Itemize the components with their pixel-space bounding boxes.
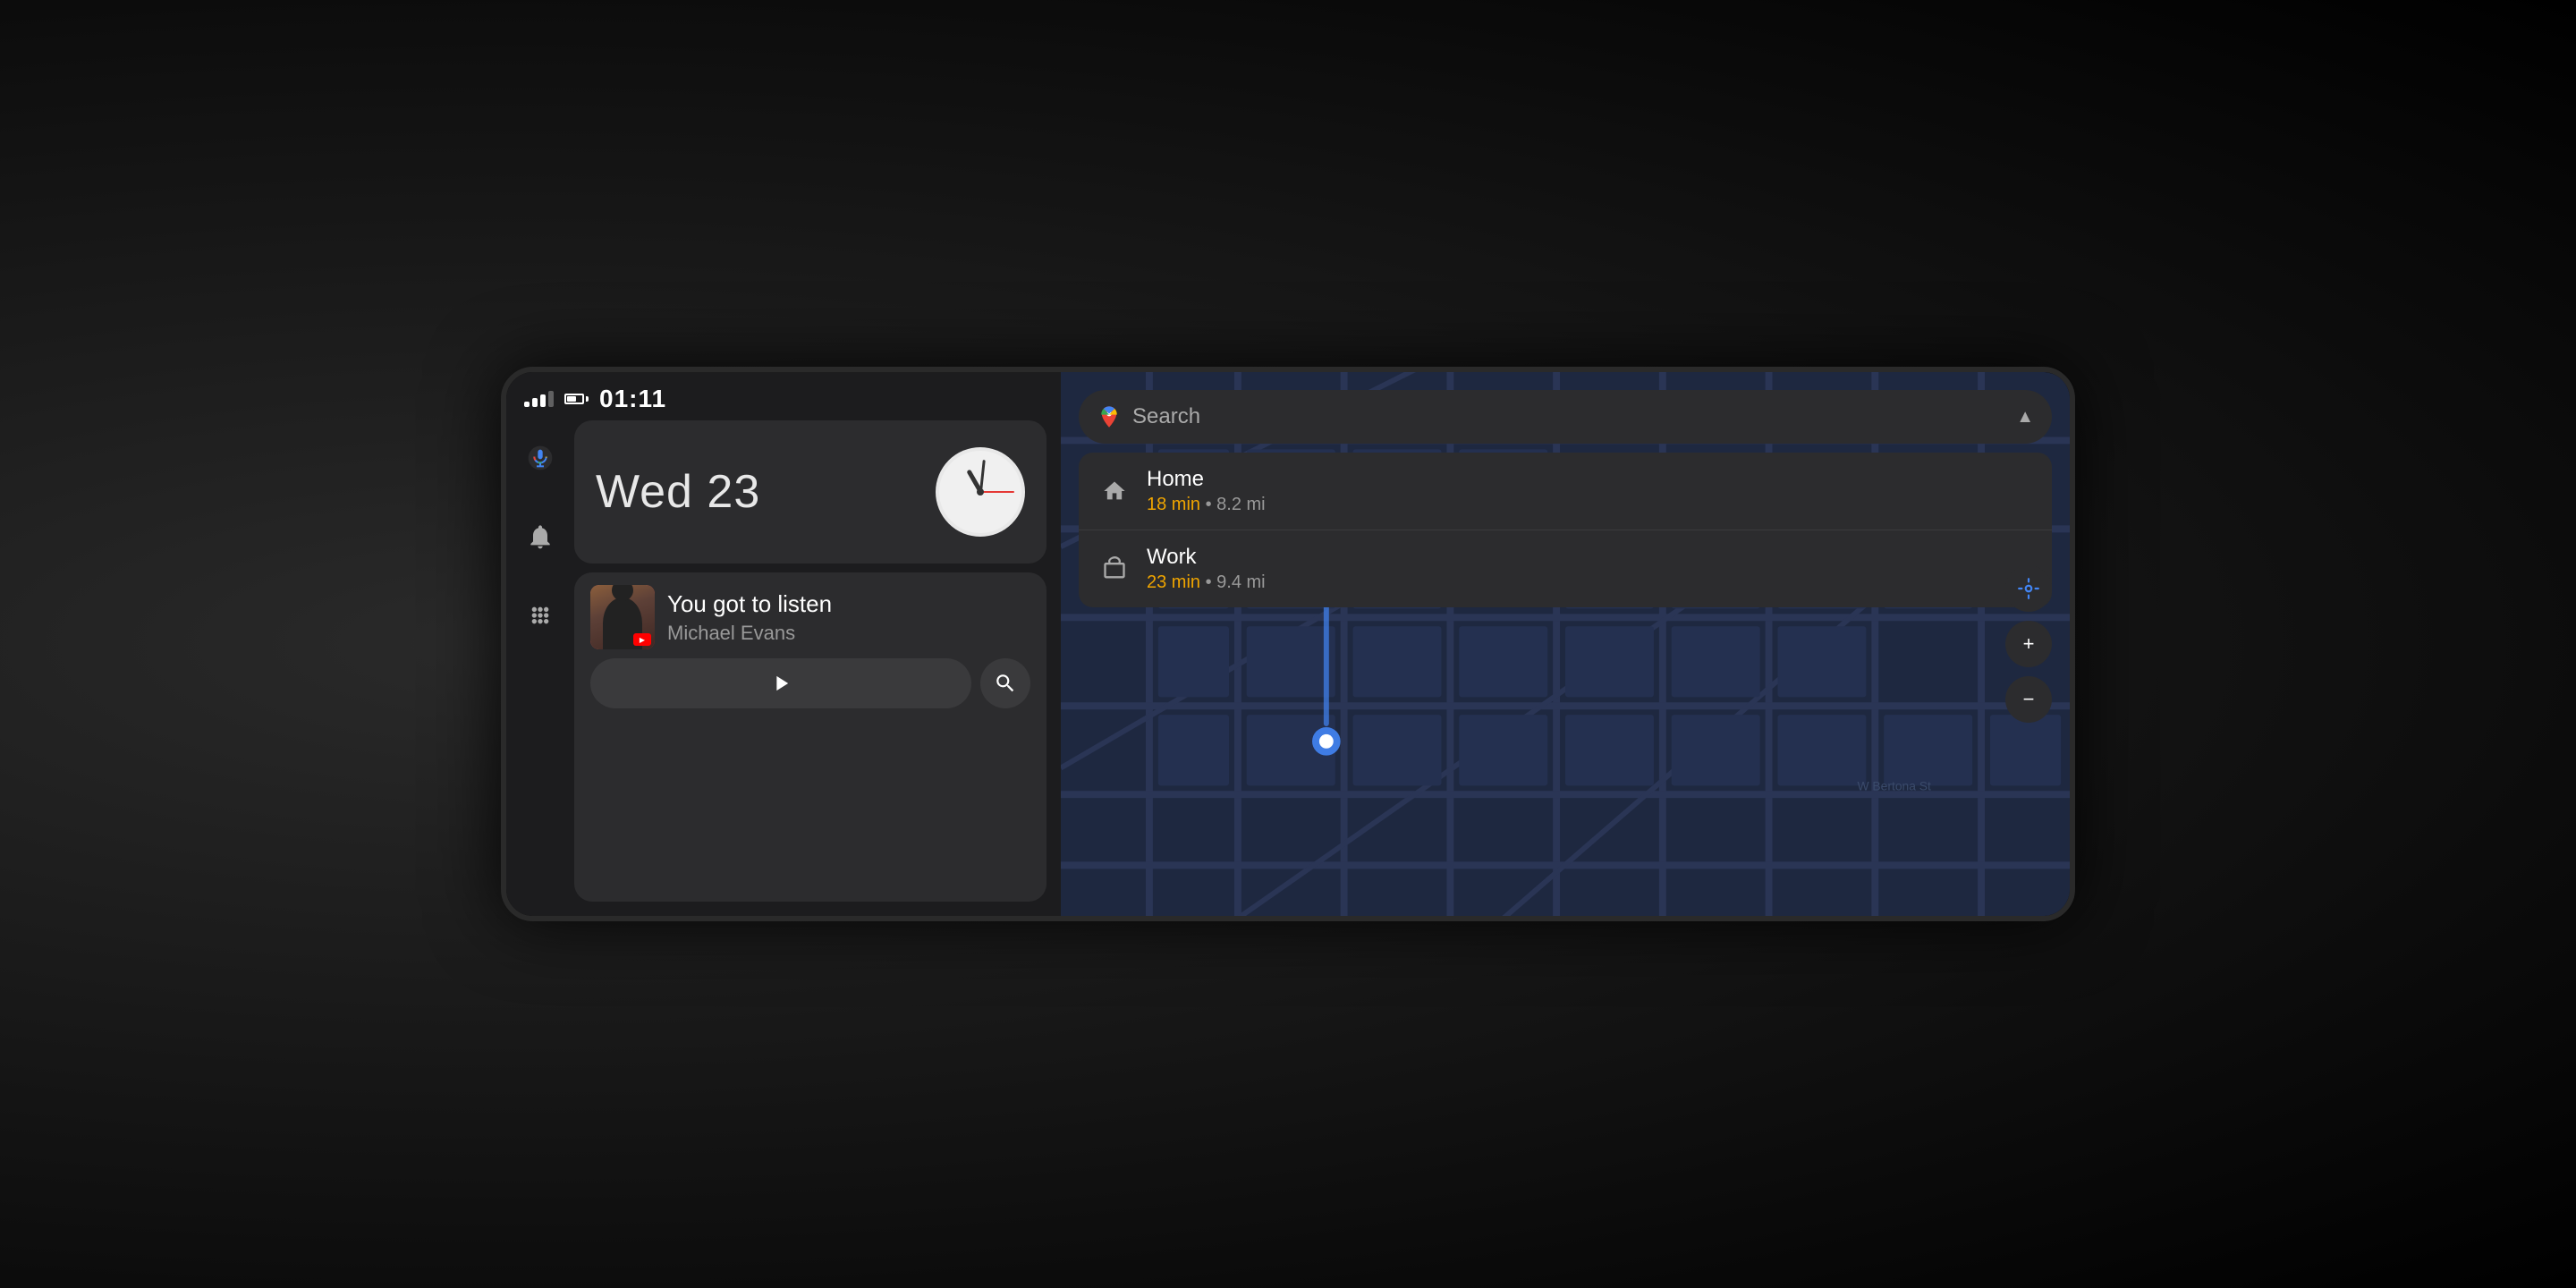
work-destination[interactable]: Work 23 min • 9.4 mi	[1079, 530, 2052, 607]
work-time: 23 min	[1147, 572, 1200, 592]
left-panel: 01:11	[506, 372, 1061, 916]
chevron-up-icon: ▲	[2016, 407, 2034, 428]
music-card: You got to listen Michael Evans	[574, 572, 1046, 902]
album-art	[590, 585, 655, 649]
clock-center	[977, 488, 984, 496]
work-separator: •	[1206, 572, 1217, 592]
home-separator: •	[1206, 495, 1217, 514]
mic-icon	[526, 444, 555, 472]
left-content: Wed 23	[506, 420, 1061, 916]
date-text: Wed 23	[596, 465, 760, 519]
destination-cards: Home 18 min • 8.2 mi	[1079, 453, 2052, 607]
battery-fill	[567, 396, 576, 402]
youtube-music-badge	[633, 633, 651, 646]
maps-pin-icon	[1097, 404, 1122, 429]
zoom-in-label: +	[2023, 632, 2035, 656]
search-bar[interactable]: Search ▲	[1079, 390, 2052, 444]
home-name: Home	[1147, 467, 2034, 492]
signal-icon	[524, 391, 554, 407]
home-time: 18 min	[1147, 495, 1200, 514]
map-panel[interactable]: 22nd Ave N W Winchester St W Bertona St …	[1061, 372, 2070, 916]
bell-icon	[526, 522, 555, 551]
time-display: 01:11	[599, 385, 666, 413]
play-icon	[768, 671, 793, 696]
minute-hand	[979, 460, 986, 492]
second-hand	[980, 491, 1014, 493]
work-distance: 9.4 mi	[1216, 572, 1265, 592]
status-bar: 01:11	[506, 372, 1061, 420]
person-head	[612, 585, 633, 601]
work-svg-icon	[1102, 556, 1127, 581]
home-distance: 8.2 mi	[1216, 495, 1265, 514]
work-name: Work	[1147, 545, 2034, 570]
home-details: 18 min • 8.2 mi	[1147, 495, 2034, 515]
search-icon	[994, 672, 1017, 695]
android-auto-screen: 01:11	[501, 367, 2075, 921]
my-location-button[interactable]	[2005, 565, 2052, 612]
navigation-overlay: Search ▲ Home 18 min •	[1079, 390, 2052, 607]
zoom-out-button[interactable]: −	[2005, 676, 2052, 723]
battery-icon	[564, 394, 589, 404]
home-icon	[1097, 473, 1132, 509]
grid-icon	[526, 601, 555, 630]
app-launcher-button[interactable]	[517, 592, 564, 639]
music-search-button[interactable]	[980, 658, 1030, 708]
location-icon	[2017, 577, 2040, 600]
search-text: Search	[1132, 404, 2005, 429]
music-title: You got to listen	[667, 590, 1030, 618]
music-info-row: You got to listen Michael Evans	[590, 585, 1030, 649]
sidebar	[506, 420, 574, 916]
music-artist: Michael Evans	[667, 622, 1030, 645]
assistant-button[interactable]	[517, 435, 564, 481]
play-button[interactable]	[590, 658, 971, 708]
zoom-out-label: −	[2023, 688, 2035, 711]
cards-area: Wed 23	[574, 420, 1061, 916]
clock-face	[936, 447, 1025, 537]
signal-bar-1	[524, 402, 530, 407]
home-svg-icon	[1102, 479, 1127, 504]
signal-bar-3	[540, 394, 546, 407]
date-clock-card: Wed 23	[574, 420, 1046, 564]
music-controls	[590, 658, 1030, 708]
battery-body	[564, 394, 584, 404]
map-controls: + −	[2005, 565, 2052, 723]
signal-bar-2	[532, 398, 538, 407]
work-details: 23 min • 9.4 mi	[1147, 572, 2034, 593]
work-icon	[1097, 551, 1132, 587]
signal-bar-4	[548, 391, 554, 407]
music-text: You got to listen Michael Evans	[667, 590, 1030, 645]
zoom-in-button[interactable]: +	[2005, 621, 2052, 667]
battery-cap	[586, 396, 589, 402]
notifications-button[interactable]	[517, 513, 564, 560]
svg-text:W Bertona St: W Bertona St	[1858, 778, 1931, 792]
work-info: Work 23 min • 9.4 mi	[1147, 545, 2034, 593]
home-destination[interactable]: Home 18 min • 8.2 mi	[1079, 453, 2052, 530]
home-info: Home 18 min • 8.2 mi	[1147, 467, 2034, 515]
